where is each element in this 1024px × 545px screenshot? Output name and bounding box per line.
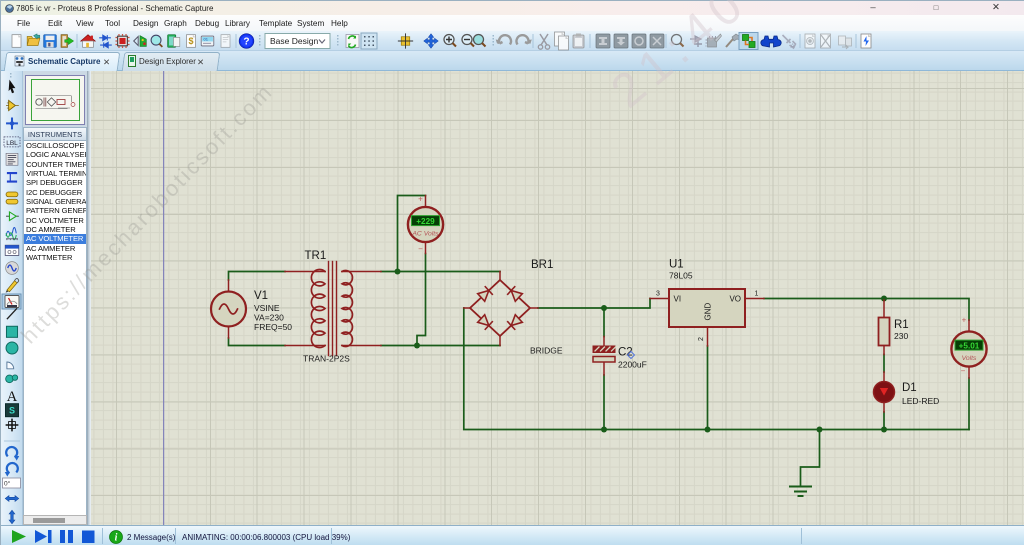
svg-text:TRAN-2P2S: TRAN-2P2S: [303, 354, 350, 364]
svg-text:78L05: 78L05: [669, 271, 693, 281]
svg-text:01: 01: [203, 37, 208, 42]
svg-text:−: −: [418, 245, 423, 254]
svg-text:S: S: [9, 406, 15, 416]
svg-text:$: $: [188, 36, 193, 46]
svg-text:U1: U1: [669, 259, 684, 271]
svg-text:BR1: BR1: [531, 259, 553, 271]
svg-text:VI: VI: [674, 295, 682, 304]
svg-text:A: A: [7, 389, 18, 405]
svg-text:Base Design: Base Design: [270, 36, 318, 46]
svg-text:?: ?: [243, 36, 249, 47]
svg-text:AC Volts: AC Volts: [411, 231, 439, 238]
svg-text:2200uF: 2200uF: [618, 360, 647, 370]
svg-text:TR1: TR1: [305, 250, 327, 262]
svg-text:1: 1: [755, 291, 759, 298]
svg-text:GND: GND: [704, 303, 713, 321]
svg-text:230: 230: [894, 331, 908, 341]
svg-text:i: i: [115, 533, 118, 544]
svg-text:0°: 0°: [4, 480, 11, 488]
svg-text:VSINE: VSINE: [254, 303, 280, 313]
svg-text:BRIDGE: BRIDGE: [530, 346, 563, 356]
svg-text:+229: +229: [416, 217, 435, 226]
svg-text:V1: V1: [254, 290, 268, 302]
svg-text:LED-RED: LED-RED: [902, 396, 939, 406]
svg-text:D1: D1: [902, 382, 917, 394]
svg-text:−: −: [961, 367, 966, 376]
svg-text:FREQ=50: FREQ=50: [254, 322, 292, 332]
svg-text:+: +: [962, 316, 967, 325]
svg-text:R1: R1: [894, 319, 909, 331]
svg-text:VA=230: VA=230: [254, 313, 284, 323]
svg-text:VO: VO: [729, 295, 741, 304]
svg-text:LBL: LBL: [6, 140, 18, 147]
svg-text:A: A: [791, 44, 795, 50]
svg-text:2: 2: [698, 337, 705, 341]
svg-text:+: +: [418, 195, 423, 204]
svg-text:+5.01: +5.01: [959, 341, 980, 350]
svg-text:3: 3: [656, 291, 660, 298]
svg-text:Volts: Volts: [962, 355, 977, 362]
